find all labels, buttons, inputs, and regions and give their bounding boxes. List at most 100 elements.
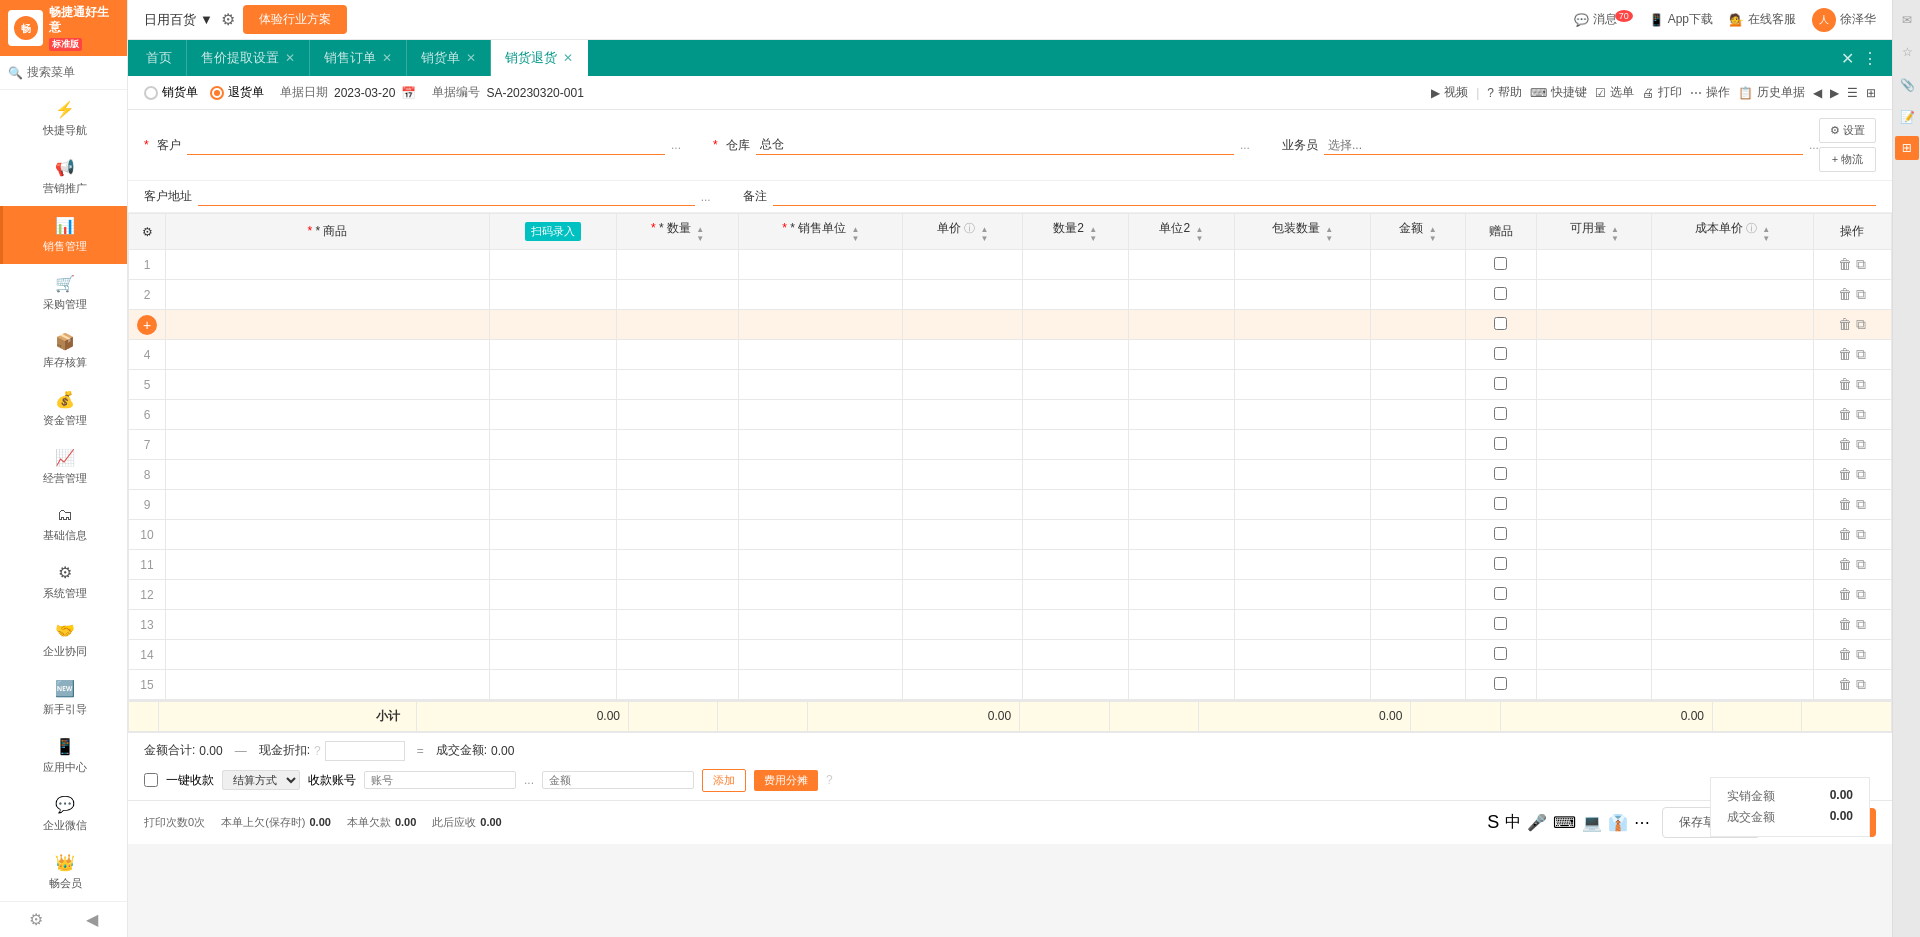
row-12-available[interactable] xyxy=(1537,580,1652,610)
add-row-button[interactable]: + xyxy=(137,315,157,335)
row-6-sales-unit[interactable] xyxy=(739,400,903,430)
row-3-available[interactable] xyxy=(1537,310,1652,340)
row-13-pack-qty[interactable] xyxy=(1234,610,1370,640)
sidebar-nav-item-finance[interactable]: 💰 资金管理 xyxy=(0,380,127,438)
row-5-gift[interactable] xyxy=(1465,370,1536,400)
row-14-product[interactable] xyxy=(166,640,490,670)
row-13-unit-price[interactable] xyxy=(903,610,1022,640)
row-14-gift-checkbox[interactable] xyxy=(1494,647,1507,660)
row-4-gift-checkbox[interactable] xyxy=(1494,347,1507,360)
row-11-product[interactable] xyxy=(166,550,490,580)
row-4-available[interactable] xyxy=(1537,340,1652,370)
row-13-gift[interactable] xyxy=(1465,610,1536,640)
row-10-amount[interactable] xyxy=(1371,520,1465,550)
user-profile[interactable]: 人 徐泽华 xyxy=(1812,8,1876,32)
row-4-quantity2[interactable] xyxy=(1022,340,1128,370)
row-2-quantity2[interactable] xyxy=(1022,280,1128,310)
row-1-product[interactable] xyxy=(166,250,490,280)
row-9-amount[interactable] xyxy=(1371,490,1465,520)
row-4-cost-price[interactable] xyxy=(1652,340,1813,370)
row-15-gift-checkbox[interactable] xyxy=(1494,677,1507,690)
tenant-dropdown[interactable]: 日用百货 ▼ xyxy=(144,11,213,29)
row-4-sales-unit[interactable] xyxy=(739,340,903,370)
row-12-delete-button[interactable]: 🗑 xyxy=(1838,586,1852,603)
row-2-gift-checkbox[interactable] xyxy=(1494,287,1507,300)
row-9-delete-button[interactable]: 🗑 xyxy=(1838,496,1852,513)
experience-plan-button[interactable]: 体验行业方案 xyxy=(243,5,347,34)
app-download-button[interactable]: 📱 App下载 xyxy=(1649,11,1713,28)
row-2-amount[interactable] xyxy=(1371,280,1465,310)
help-button[interactable]: ? 帮助 xyxy=(1487,84,1522,101)
row-3-gift-checkbox[interactable] xyxy=(1494,317,1507,330)
quantity-sort-icon[interactable]: ▲▼ xyxy=(696,226,704,243)
row-12-gift[interactable] xyxy=(1465,580,1536,610)
row-6-amount[interactable] xyxy=(1371,400,1465,430)
tool-5[interactable]: 💻 xyxy=(1582,813,1602,832)
sidebar-nav-item-appstore[interactable]: 📱 应用中心 xyxy=(0,727,127,785)
row-2-sales-unit[interactable] xyxy=(739,280,903,310)
unit2-sort-icon[interactable]: ▲▼ xyxy=(1195,226,1203,243)
row-8-unit-price[interactable] xyxy=(903,460,1022,490)
right-panel-btn-5[interactable]: ⊞ xyxy=(1895,136,1919,160)
row-11-pack-qty[interactable] xyxy=(1234,550,1370,580)
row-2-gift[interactable] xyxy=(1465,280,1536,310)
row-14-delete-button[interactable]: 🗑 xyxy=(1838,646,1852,663)
row-1-gift[interactable] xyxy=(1465,250,1536,280)
row-10-cost-price[interactable] xyxy=(1652,520,1813,550)
row-3-cost-price[interactable] xyxy=(1652,310,1813,340)
tool-7[interactable]: ⋯ xyxy=(1634,813,1650,832)
row-14-pack-qty[interactable] xyxy=(1234,640,1370,670)
row-12-sales-unit[interactable] xyxy=(739,580,903,610)
row-2-unit-price[interactable] xyxy=(903,280,1022,310)
row-12-amount[interactable] xyxy=(1371,580,1465,610)
row-3-unit2[interactable] xyxy=(1128,310,1234,340)
shortcut-button[interactable]: ⌨ 快捷键 xyxy=(1530,84,1587,101)
row-2-available[interactable] xyxy=(1537,280,1652,310)
settings-side-button[interactable]: ⚙ 设置 xyxy=(1819,118,1876,143)
split-help-icon[interactable]: ? xyxy=(826,773,833,787)
row-2-copy-button[interactable]: ⧉ xyxy=(1856,286,1866,303)
row-15-quantity2[interactable] xyxy=(1022,670,1128,700)
tab-sales-delivery[interactable]: 销货单 ✕ xyxy=(407,40,491,76)
video-button[interactable]: ▶ 视频 xyxy=(1431,84,1468,101)
row-10-copy-button[interactable]: ⧉ xyxy=(1856,526,1866,543)
row-12-unit2[interactable] xyxy=(1128,580,1234,610)
view-grid-button[interactable]: ⊞ xyxy=(1866,86,1876,100)
row-11-quantity2[interactable] xyxy=(1022,550,1128,580)
row-6-pack-qty[interactable] xyxy=(1234,400,1370,430)
row-15-delete-button[interactable]: 🗑 xyxy=(1838,676,1852,693)
row-10-quantity[interactable] xyxy=(616,520,738,550)
row-3-delete-button[interactable]: 🗑 xyxy=(1838,316,1852,333)
notification-button[interactable]: 💬 消息 70 xyxy=(1574,11,1633,28)
row-1-quantity[interactable] xyxy=(616,250,738,280)
sidebar-nav-item-member[interactable]: 👑 畅会员 xyxy=(0,843,127,901)
row-8-cost-price[interactable] xyxy=(1652,460,1813,490)
row-1-available[interactable] xyxy=(1537,250,1652,280)
row-6-product[interactable] xyxy=(166,400,490,430)
row-7-delete-button[interactable]: 🗑 xyxy=(1838,436,1852,453)
row-14-unit-price[interactable] xyxy=(903,640,1022,670)
row-14-quantity2[interactable] xyxy=(1022,640,1128,670)
sidebar-nav-item-quick-nav[interactable]: ⚡ 快捷导航 xyxy=(0,90,127,148)
salesman-input[interactable] xyxy=(1324,136,1803,155)
row-10-quantity2[interactable] xyxy=(1022,520,1128,550)
tool-1[interactable]: S xyxy=(1487,812,1499,833)
operate-button[interactable]: ⋯ 操作 xyxy=(1690,84,1730,101)
tab-price-setting[interactable]: 售价提取设置 ✕ xyxy=(187,40,310,76)
cash-discount-input[interactable] xyxy=(325,741,405,761)
row-15-copy-button[interactable]: ⧉ xyxy=(1856,676,1866,693)
row-8-gift-checkbox[interactable] xyxy=(1494,467,1507,480)
row-1-delete-button[interactable]: 🗑 xyxy=(1838,256,1852,273)
row-9-quantity2[interactable] xyxy=(1022,490,1128,520)
quantity2-sort-icon[interactable]: ▲▼ xyxy=(1089,226,1097,243)
available-sort-icon[interactable]: ▲▼ xyxy=(1611,226,1619,243)
tool-6[interactable]: 👔 xyxy=(1608,813,1628,832)
row-13-available[interactable] xyxy=(1537,610,1652,640)
row-7-copy-button[interactable]: ⧉ xyxy=(1856,436,1866,453)
tab-home[interactable]: 首页 xyxy=(132,40,187,76)
row-15-unit2[interactable] xyxy=(1128,670,1234,700)
row-6-gift-checkbox[interactable] xyxy=(1494,407,1507,420)
row-8-quantity2[interactable] xyxy=(1022,460,1128,490)
expense-split-button[interactable]: 费用分摊 xyxy=(754,770,818,791)
row-13-product[interactable] xyxy=(166,610,490,640)
